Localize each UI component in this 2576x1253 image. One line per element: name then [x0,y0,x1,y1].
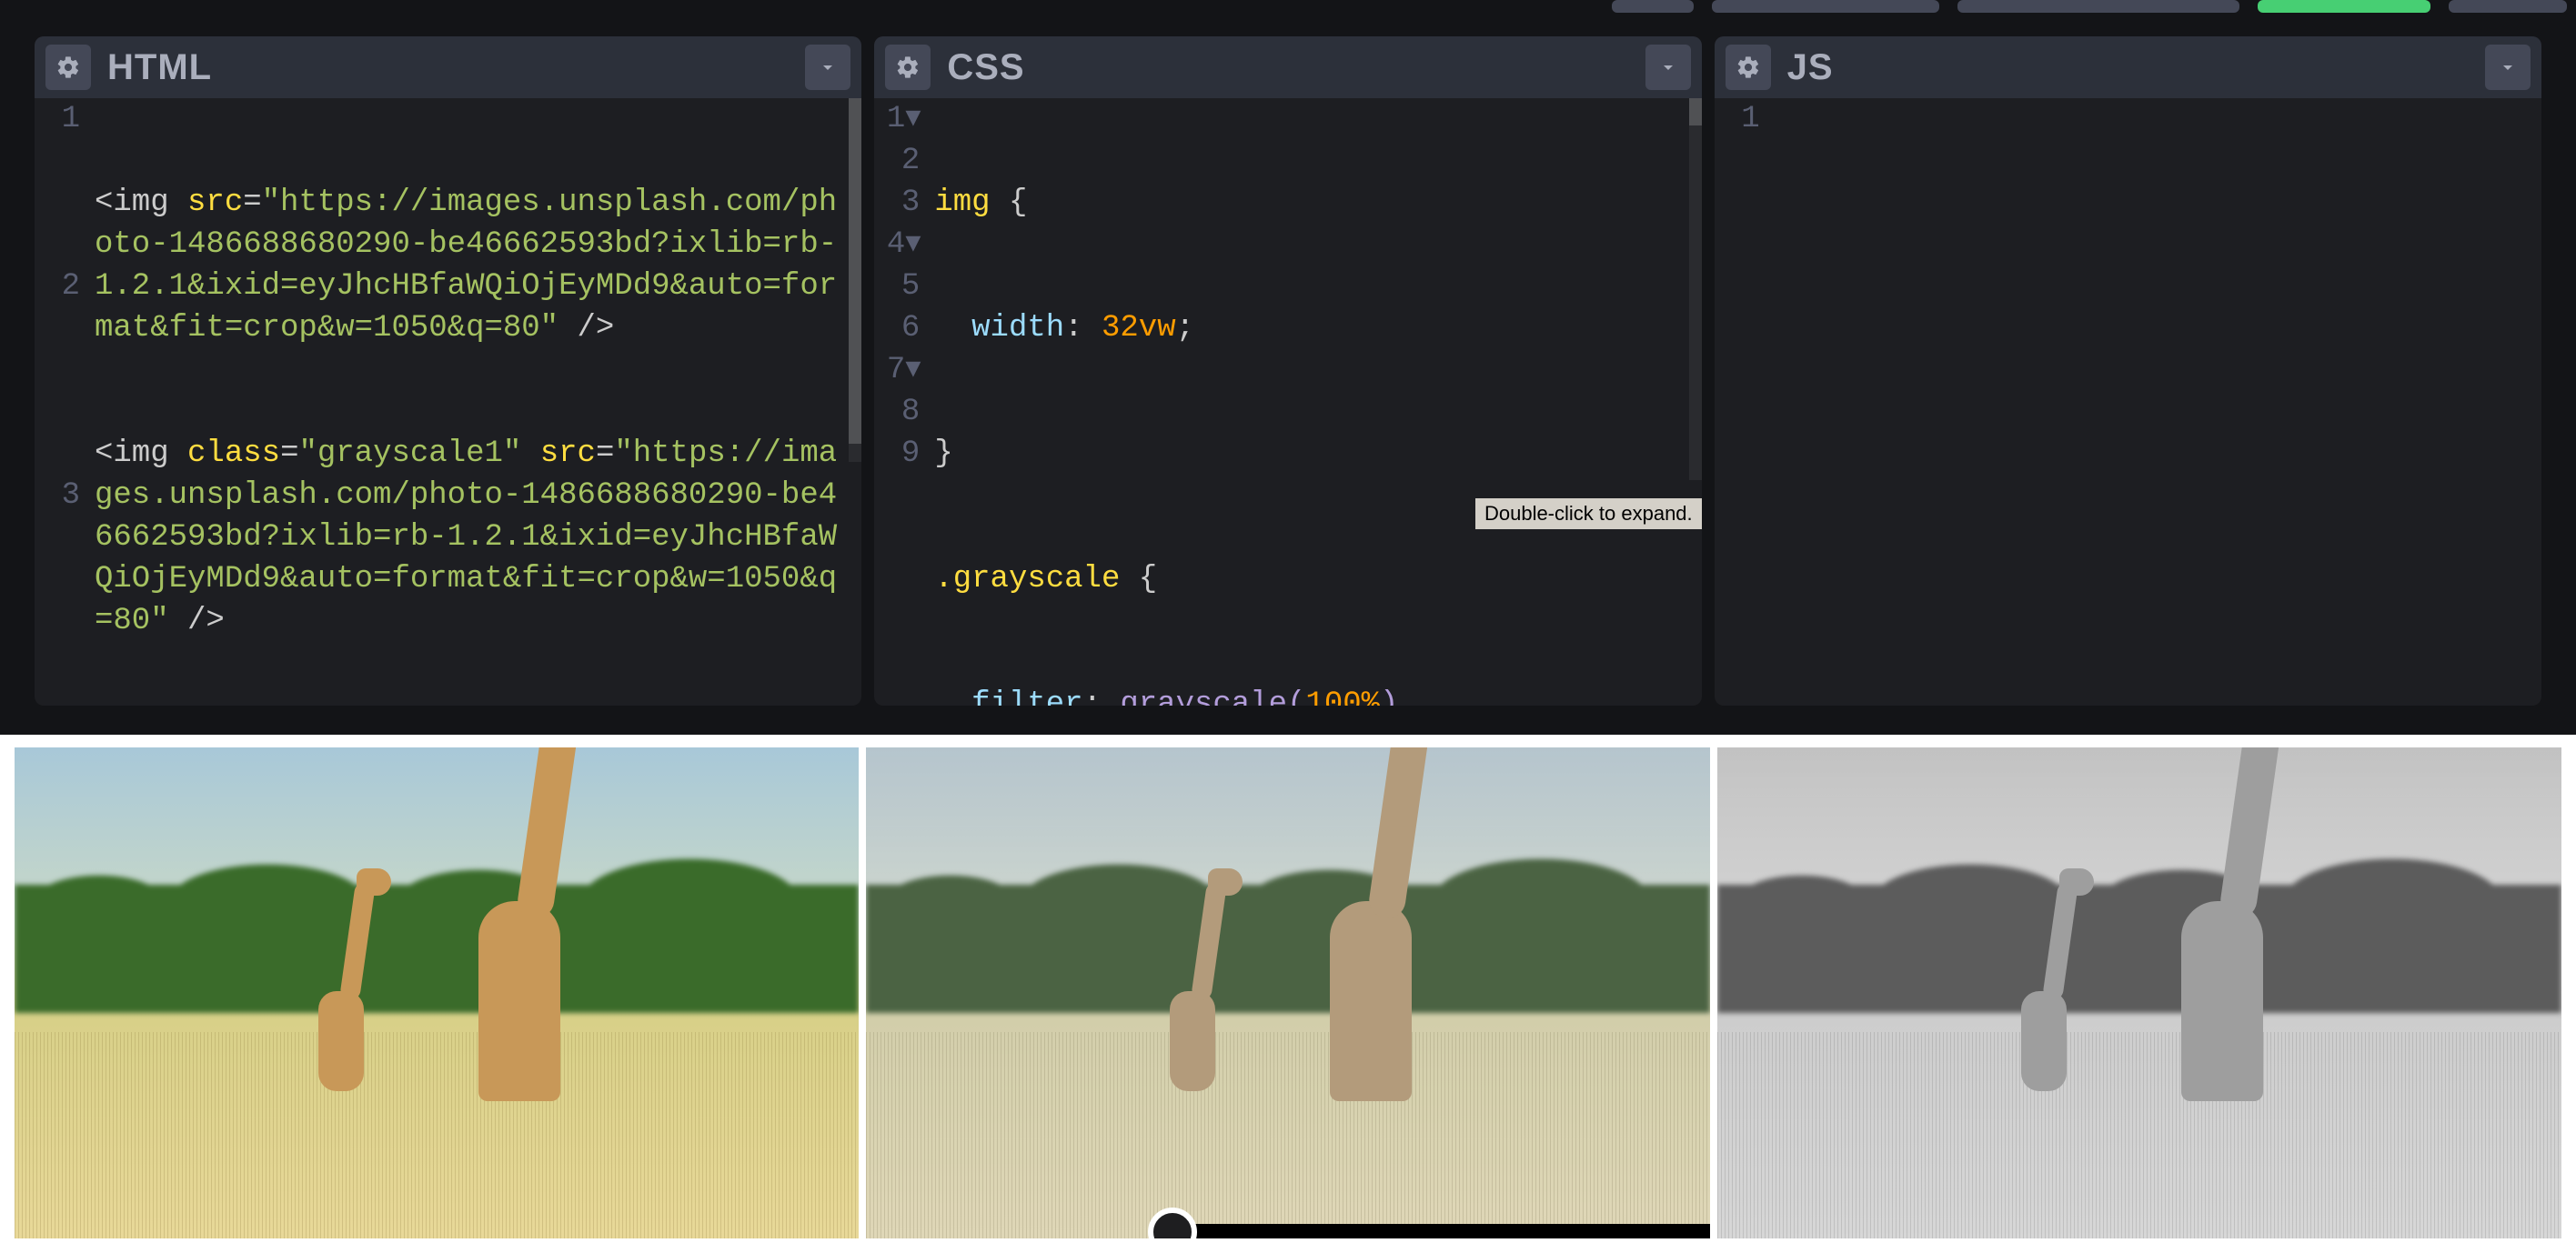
html-panel-header: HTML [35,36,861,98]
top-toolbar [0,0,2576,15]
grass [1717,1032,2561,1238]
gear-icon [895,55,921,80]
embed-bar[interactable] [1153,1224,1710,1238]
css-collapse-button[interactable] [1645,45,1691,90]
js-settings-button[interactable] [1726,45,1771,90]
css-panel: CSS Double-click to expand. 1▾ 2 3 4▾ 5 … [874,36,1701,706]
chevron-down-icon [1657,56,1679,78]
code-line: width: 32vw; [934,307,1692,349]
toolbar-button-primary[interactable] [2258,0,2430,13]
scrollbar-thumb[interactable] [1689,98,1702,125]
line-number: 6 [874,307,920,349]
grass [15,1032,859,1238]
giraffe-small [2021,991,2067,1091]
code-line: } [934,433,1692,475]
toolbar-button[interactable] [2449,0,2567,13]
code-line: <img class="grayscale1" src="https://ima… [95,433,852,642]
html-panel-title: HTML [107,47,212,88]
giraffe-small [1170,991,1215,1091]
html-settings-button[interactable] [45,45,91,90]
line-number: 5 [874,266,920,307]
gear-icon [55,55,81,80]
html-gutter: 1 2 3 [35,98,89,706]
line-number: 3 [874,182,920,224]
js-panel-header: JS [1715,36,2541,98]
js-panel: JS 1 [1715,36,2541,706]
js-collapse-button[interactable] [2485,45,2531,90]
toolbar-button[interactable] [1612,0,1694,13]
line-number: 8 [874,391,920,433]
output-preview [0,735,2576,1253]
trees [15,885,859,1012]
fold-icon: ▾ [905,98,920,140]
scrollbar-thumb[interactable] [849,98,861,444]
css-code[interactable]: img { width: 32vw; } .grayscale { filter… [929,98,1701,706]
code-line: .grayscale { [934,558,1692,600]
chevron-down-icon [817,56,839,78]
js-code[interactable] [1769,98,2541,706]
toolbar-button[interactable] [1712,0,1939,13]
js-gutter: 1 [1715,98,1769,706]
html-collapse-button[interactable] [805,45,850,90]
giraffe-scene [866,747,1710,1238]
output-image-normal [15,747,859,1238]
html-panel: HTML 1 2 3 <img src="https://images.unsp… [35,36,861,706]
html-code-editor[interactable]: 1 2 3 <img src="https://images.unsplash.… [35,98,861,706]
output-image-grayscale-half [866,747,1710,1238]
css-settings-button[interactable] [885,45,931,90]
editors-row: HTML 1 2 3 <img src="https://images.unsp… [0,15,2576,706]
js-panel-title: JS [1787,47,1834,88]
giraffe-small [318,991,364,1091]
output-image-grayscale-full [1717,747,2561,1238]
line-number: 4▾ [874,224,920,266]
expand-tooltip: Double-click to expand. [1475,498,1702,529]
line-number: 9 [874,433,920,475]
scrollbar[interactable] [1689,98,1702,480]
trees [866,885,1710,1012]
code-line: <img src="https://images.unsplash.com/ph… [95,182,852,349]
giraffe-big [2181,901,2263,1101]
line-number: 7▾ [874,349,920,391]
chevron-down-icon [2497,56,2519,78]
html-code[interactable]: <img src="https://images.unsplash.com/ph… [89,98,861,706]
scrollbar[interactable] [849,98,861,462]
line-number: 1 [35,98,80,266]
css-code-editor[interactable]: 1▾ 2 3 4▾ 5 6 7▾ 8 9 img { width: 32vw; … [874,98,1701,706]
giraffe-big [1330,901,1412,1101]
giraffe-scene [15,747,859,1238]
line-number: 1 [1715,98,1760,140]
line-number: 1▾ [874,98,920,140]
fold-icon: ▾ [905,349,920,391]
code-line: img { [934,182,1692,224]
line-number: 2 [874,140,920,182]
line-number: 2 [35,266,80,475]
css-gutter: 1▾ 2 3 4▾ 5 6 7▾ 8 9 [874,98,929,706]
trees [1717,885,2561,1012]
line-number: 3 [35,475,80,684]
code-line: filter: grayscale(100%) [934,684,1692,706]
css-panel-header: CSS [874,36,1701,98]
giraffe-big [478,901,560,1101]
toolbar-button[interactable] [1957,0,2239,13]
gear-icon [1736,55,1761,80]
grass [866,1032,1710,1238]
js-code-editor[interactable]: 1 [1715,98,2541,706]
css-panel-title: CSS [947,47,1024,88]
fold-icon: ▾ [905,224,920,266]
giraffe-scene [1717,747,2561,1238]
